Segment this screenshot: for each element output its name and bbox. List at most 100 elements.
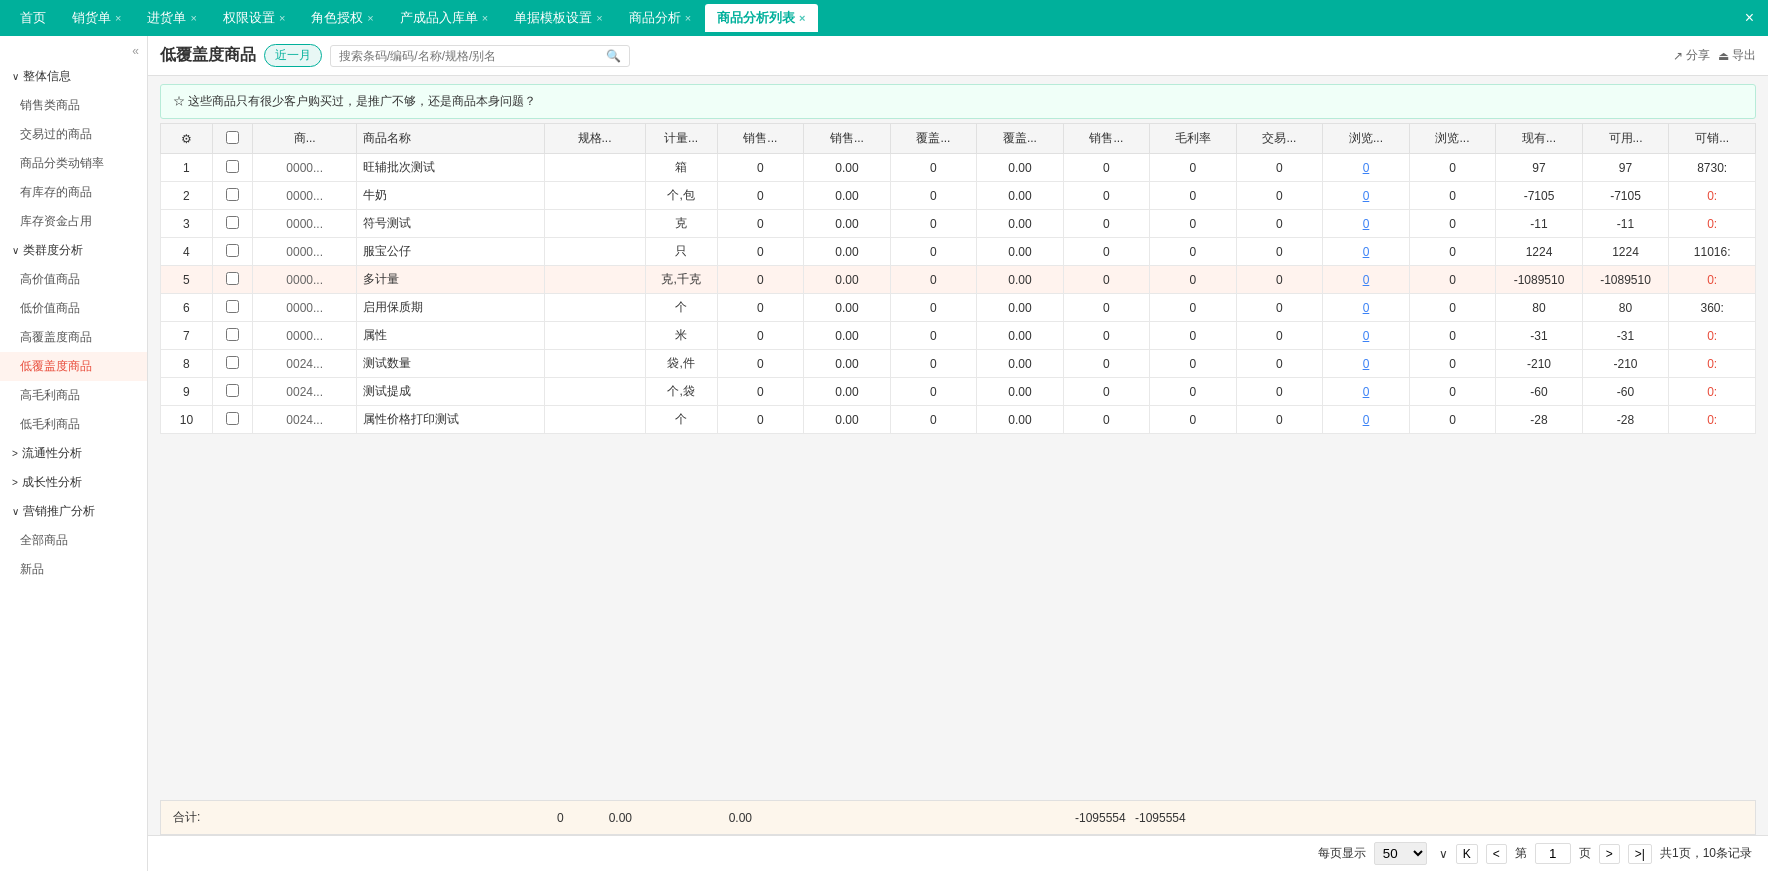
cell-check[interactable] [212,210,252,238]
sidebar-item-stock-capital[interactable]: 库存资金占用 [0,207,147,236]
cell-check[interactable] [212,406,252,434]
nav-tab-purchase[interactable]: 进货单 × [135,4,208,32]
next-page-button[interactable]: > [1599,844,1620,864]
col-header-sales-qty[interactable]: 销售... [717,124,804,154]
sidebar-item-new-goods[interactable]: 新品 [0,555,147,584]
sidebar-item-low-value[interactable]: 低价值商品 [0,294,147,323]
cell-check[interactable] [212,378,252,406]
cell-browse1[interactable]: 0 [1323,238,1410,266]
col-header-check[interactable] [212,124,252,154]
cell-check[interactable] [212,266,252,294]
col-header-spec[interactable]: 规格... [544,124,645,154]
row-checkbox[interactable] [226,412,239,425]
col-header-current[interactable]: 现有... [1496,124,1583,154]
close-icon[interactable]: × [685,12,691,24]
cell-spec [544,210,645,238]
row-checkbox[interactable] [226,216,239,229]
cell-check[interactable] [212,322,252,350]
row-checkbox[interactable] [226,244,239,257]
close-icon[interactable]: × [279,12,285,24]
sidebar-item-sales-goods[interactable]: 销售类商品 [0,91,147,120]
close-icon[interactable]: × [115,12,121,24]
col-header-sales3[interactable]: 销售... [1063,124,1150,154]
col-header-name[interactable]: 商品名称 [357,124,544,154]
nav-tab-role[interactable]: 角色授权 × [299,4,385,32]
col-header-browse2[interactable]: 浏览... [1409,124,1496,154]
sidebar-item-low-margin[interactable]: 低毛利商品 [0,410,147,439]
cell-check[interactable] [212,350,252,378]
nav-tab-sales[interactable]: 销货单 × [60,4,133,32]
col-header-gross[interactable]: 毛利率 [1150,124,1237,154]
row-checkbox[interactable] [226,188,239,201]
cell-browse1[interactable]: 0 [1323,294,1410,322]
cell-check[interactable] [212,238,252,266]
sidebar-section-marketing[interactable]: ∨ 营销推广分析 [0,497,147,526]
search-input[interactable] [339,49,602,63]
nav-tab-template[interactable]: 单据模板设置 × [502,4,614,32]
page-number-input[interactable] [1535,843,1571,864]
cell-browse1[interactable]: 0 [1323,154,1410,182]
first-page-button[interactable]: K [1456,844,1478,864]
sidebar-item-in-stock[interactable]: 有库存的商品 [0,178,147,207]
sidebar-item-category-rate[interactable]: 商品分类动销率 [0,149,147,178]
sidebar-section-overall[interactable]: ∨ 整体信息 [0,62,147,91]
sidebar-item-high-margin[interactable]: 高毛利商品 [0,381,147,410]
page-size-select[interactable]: 50 100 200 [1374,842,1427,865]
sidebar-item-all-goods[interactable]: 全部商品 [0,526,147,555]
nav-tab-analysis-list[interactable]: 商品分析列表 × [705,4,817,32]
cell-browse1[interactable]: 0 [1323,350,1410,378]
nav-tab-permission[interactable]: 权限设置 × [211,4,297,32]
cell-browse1[interactable]: 0 [1323,322,1410,350]
export-button[interactable]: ⏏ 导出 [1718,47,1756,64]
close-icon[interactable]: × [190,12,196,24]
cell-browse1[interactable]: 0 [1323,210,1410,238]
col-header-trade[interactable]: 交易... [1236,124,1323,154]
sidebar-item-high-coverage[interactable]: 高覆盖度商品 [0,323,147,352]
close-icon[interactable]: × [482,12,488,24]
col-header-browse1[interactable]: 浏览... [1323,124,1410,154]
cell-check[interactable] [212,154,252,182]
data-table-wrapper[interactable]: ⚙ 商... 商品名称 规格... 计量... 销售... 销售... 覆盖..… [160,123,1756,800]
nav-tab-product[interactable]: 产成品入库单 × [388,4,500,32]
row-checkbox[interactable] [226,356,239,369]
row-checkbox[interactable] [226,384,239,397]
col-header-sales-amt[interactable]: 销售... [804,124,891,154]
col-header-available[interactable]: 可用... [1582,124,1669,154]
sidebar-item-high-value[interactable]: 高价值商品 [0,265,147,294]
col-header-saleable[interactable]: 可销... [1669,124,1756,154]
cell-browse2: 0 [1409,294,1496,322]
sidebar-item-traded-goods[interactable]: 交易过的商品 [0,120,147,149]
last-page-button[interactable]: >| [1628,844,1652,864]
prev-page-button[interactable]: < [1486,844,1507,864]
nav-tab-analysis[interactable]: 商品分析 × [617,4,703,32]
col-header-cover2[interactable]: 覆盖... [977,124,1064,154]
select-all-checkbox[interactable] [226,131,239,144]
row-checkbox[interactable] [226,160,239,173]
cell-browse1[interactable]: 0 [1323,378,1410,406]
sidebar-item-low-coverage[interactable]: 低覆盖度商品 [0,352,147,381]
cell-browse1[interactable]: 0 [1323,182,1410,210]
cell-check[interactable] [212,294,252,322]
close-icon[interactable]: × [799,12,805,24]
row-checkbox[interactable] [226,300,239,313]
col-header-settings[interactable]: ⚙ [161,124,213,154]
sidebar-section-growth[interactable]: > 成长性分析 [0,468,147,497]
window-close-button[interactable]: × [1739,9,1760,27]
close-icon[interactable]: × [596,12,602,24]
row-checkbox[interactable] [226,328,239,341]
cell-check[interactable] [212,182,252,210]
col-header-unit[interactable]: 计量... [645,124,717,154]
col-header-code[interactable]: 商... [253,124,357,154]
sidebar-section-group[interactable]: ∨ 类群度分析 [0,236,147,265]
cell-browse1[interactable]: 0 [1323,406,1410,434]
filter-period-button[interactable]: 近一月 [264,44,322,67]
cell-browse1[interactable]: 0 [1323,266,1410,294]
sidebar-toggle-button[interactable]: « [0,40,147,62]
sidebar-section-flow[interactable]: > 流通性分析 [0,439,147,468]
col-header-cover1[interactable]: 覆盖... [890,124,977,154]
nav-tab-home[interactable]: 首页 [8,4,58,32]
row-checkbox[interactable] [226,272,239,285]
close-icon[interactable]: × [367,12,373,24]
search-icon[interactable]: 🔍 [606,49,621,63]
share-button[interactable]: ↗ 分享 [1673,47,1710,64]
